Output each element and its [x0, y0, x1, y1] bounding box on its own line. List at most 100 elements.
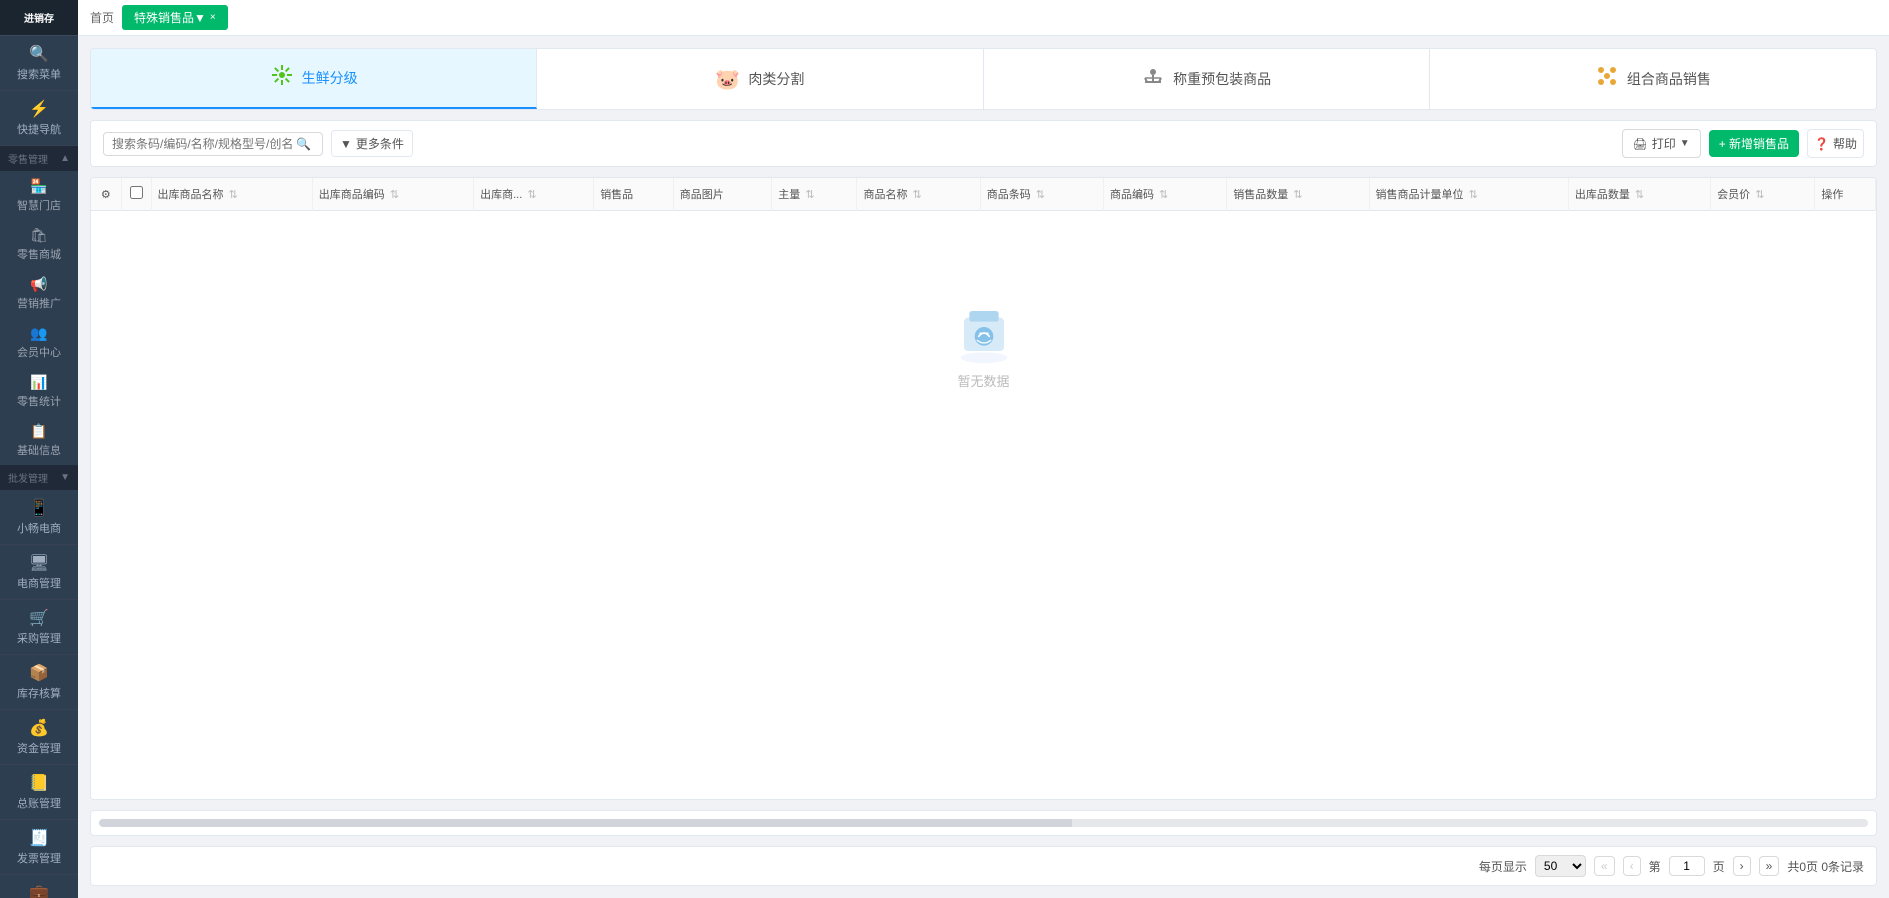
- tab-combo-sale[interactable]: 组合商品销售: [1430, 49, 1876, 109]
- sidebar-item-invoice[interactable]: 🧾 发票管理: [0, 820, 78, 875]
- sidebar-item-search[interactable]: 🔍 搜索菜单: [0, 36, 78, 91]
- select-all-checkbox[interactable]: [130, 186, 143, 199]
- chevron-down-icon: ▼: [60, 472, 70, 483]
- page-input[interactable]: [1669, 856, 1705, 876]
- sidebar-item-label: 库存核算: [17, 685, 61, 701]
- print-icon: 🖨: [1633, 137, 1648, 151]
- sidebar-logo: 进销存: [0, 0, 78, 36]
- th-unit[interactable]: 销售商品计量单位 ⇅: [1369, 178, 1568, 211]
- search-wrap[interactable]: 🔍: [103, 132, 323, 156]
- per-page-label: 每页显示: [1479, 858, 1527, 875]
- mall-icon: 🛍: [30, 227, 48, 244]
- print-button[interactable]: 🖨 打印 ▼: [1622, 129, 1701, 158]
- sidebar-item-label: 电商管理: [17, 575, 61, 591]
- print-label: 打印: [1652, 135, 1676, 152]
- sidebar-item-smart-store[interactable]: 🏪 智慧门店: [0, 171, 78, 220]
- filter-button[interactable]: ▼ 更多条件: [331, 130, 413, 157]
- th-member-price[interactable]: 会员价 ⇅: [1711, 178, 1815, 211]
- content-area: 生鲜分级 🐷 肉类分割 称重预包装商品: [78, 36, 1889, 898]
- toolbar: 🔍 ▼ 更多条件 🖨 打印 ▼ + 新增销售品 ❓ 帮助: [90, 120, 1877, 167]
- members-icon: 👥: [30, 325, 47, 342]
- scale-icon: [1141, 64, 1165, 94]
- sidebar-item-retail-stats[interactable]: 📊 零售统计: [0, 367, 78, 416]
- th-action: 操作: [1815, 178, 1876, 211]
- sidebar-item-label: 智慧门店: [17, 197, 61, 213]
- sidebar-item-retail-mall[interactable]: 🛍 零售商城: [0, 220, 78, 269]
- home-breadcrumb[interactable]: 首页: [90, 9, 114, 26]
- per-page-select[interactable]: 50 10 20 100: [1535, 855, 1586, 877]
- page-suffix: 页: [1713, 858, 1725, 875]
- tab-label: 肉类分割: [748, 69, 804, 89]
- sidebar-item-finance[interactable]: 💰 资金管理: [0, 710, 78, 765]
- pagination: 每页显示 50 10 20 100 « ‹ 第 页 › » 共0页 0条记录: [90, 846, 1877, 886]
- cart-icon: 🛒: [29, 608, 49, 628]
- sidebar-item-label: 营销推广: [17, 295, 61, 311]
- mobile-icon: 📱: [29, 498, 49, 518]
- help-icon: ❓: [1814, 137, 1829, 151]
- th-sale-item: 销售品: [594, 178, 674, 211]
- topbar: 首页 特殊销售品▼ ×: [78, 0, 1889, 36]
- search-input[interactable]: [112, 137, 292, 151]
- sidebar-item-tax[interactable]: 💼 税务管理: [0, 875, 78, 898]
- sidebar-item-basic-info[interactable]: 📋 基础信息: [0, 416, 78, 465]
- sidebar-item-label: 资金管理: [17, 740, 61, 756]
- total-label: 共0页 0条记录: [1787, 858, 1864, 875]
- empty-state: 暂无数据: [91, 211, 1876, 470]
- sidebar-item-ledger[interactable]: 📒 总账管理: [0, 765, 78, 820]
- sidebar-item-quick[interactable]: ⚡ 快捷导航: [0, 91, 78, 146]
- th-setting[interactable]: ⚙: [91, 178, 121, 211]
- stats-icon: 📊: [30, 374, 47, 391]
- th-out-name[interactable]: 出库商品名称 ⇅: [151, 178, 312, 211]
- th-out-qty[interactable]: 出库品数量 ⇅: [1568, 178, 1710, 211]
- sidebar-item-purchase[interactable]: 🛒 采购管理: [0, 600, 78, 655]
- sidebar-item-label: 总账管理: [17, 795, 61, 811]
- filter-icon: ▼: [340, 137, 352, 151]
- th-checkbox[interactable]: [121, 178, 151, 211]
- sidebar-item-ecom-mgmt[interactable]: 🖥 电商管理: [0, 545, 78, 600]
- tab-weigh-pack[interactable]: 称重预包装商品: [984, 49, 1430, 109]
- th-weight[interactable]: 主量 ⇅: [772, 178, 857, 211]
- first-page-button[interactable]: «: [1594, 856, 1615, 876]
- horizontal-scrollbar[interactable]: [99, 819, 1868, 827]
- new-sale-item-button[interactable]: + 新增销售品: [1709, 130, 1799, 157]
- th-out-spec[interactable]: 出库商... ⇅: [474, 178, 594, 211]
- data-table: ⚙ 出库商品名称 ⇅ 出库商品编码 ⇅ 出库商... ⇅ 销售品 商品图片 主量…: [91, 178, 1876, 211]
- sidebar-item-members[interactable]: 👥 会员中心: [0, 318, 78, 367]
- sidebar: 进销存 🔍 搜索菜单 ⚡ 快捷导航 零售管理 ▲ 🏪 智慧门店 🛍 零售商城 📢…: [0, 0, 78, 898]
- active-tab[interactable]: 特殊销售品▼ ×: [122, 5, 228, 30]
- scroll-area: [90, 810, 1877, 836]
- next-page-button[interactable]: ›: [1733, 856, 1751, 876]
- help-label: 帮助: [1833, 135, 1857, 152]
- sidebar-item-sales-promo[interactable]: 📢 营销推广: [0, 269, 78, 318]
- sidebar-section-wholesale[interactable]: 批发管理 ▼: [0, 465, 78, 490]
- main-area: 首页 特殊销售品▼ ×: [78, 0, 1889, 898]
- ledger-icon: 📒: [29, 773, 49, 793]
- toolbar-right: 🖨 打印 ▼ + 新增销售品 ❓ 帮助: [1622, 129, 1864, 158]
- th-sale-qty[interactable]: 销售品数量 ⇅: [1227, 178, 1369, 211]
- sidebar-item-label: 搜索菜单: [17, 66, 61, 82]
- info-icon: 📋: [30, 423, 47, 440]
- table-wrap: ⚙ 出库商品名称 ⇅ 出库商品编码 ⇅ 出库商... ⇅ 销售品 商品图片 主量…: [90, 177, 1877, 800]
- last-page-button[interactable]: »: [1759, 856, 1780, 876]
- category-tabs: 生鲜分级 🐷 肉类分割 称重预包装商品: [90, 48, 1877, 110]
- store-icon: 🏪: [30, 178, 47, 195]
- close-icon[interactable]: ×: [210, 12, 216, 23]
- empty-text: 暂无数据: [957, 371, 1009, 390]
- sidebar-item-label: 采购管理: [17, 630, 61, 646]
- sidebar-item-label: 会员中心: [17, 344, 61, 360]
- sidebar-item-mini-ecom[interactable]: 📱 小畅电商: [0, 490, 78, 545]
- th-out-code[interactable]: 出库商品编码 ⇅: [312, 178, 473, 211]
- prev-page-button[interactable]: ‹: [1623, 856, 1641, 876]
- sidebar-item-label: 零售统计: [17, 393, 61, 409]
- empty-illustration: [944, 291, 1024, 371]
- sidebar-section-retail[interactable]: 零售管理 ▲: [0, 146, 78, 171]
- sidebar-item-inventory[interactable]: 📦 库存核算: [0, 655, 78, 710]
- th-item-name[interactable]: 商品名称 ⇅: [857, 178, 980, 211]
- tab-meat-cut[interactable]: 🐷 肉类分割: [537, 49, 983, 109]
- th-item-code[interactable]: 商品编码 ⇅: [1103, 178, 1226, 211]
- th-barcode[interactable]: 商品条码 ⇅: [980, 178, 1103, 211]
- fresh-icon: [270, 63, 294, 93]
- help-button[interactable]: ❓ 帮助: [1807, 129, 1864, 158]
- tab-fresh-grade[interactable]: 生鲜分级: [91, 49, 537, 109]
- tab-label: 称重预包装商品: [1173, 69, 1271, 89]
